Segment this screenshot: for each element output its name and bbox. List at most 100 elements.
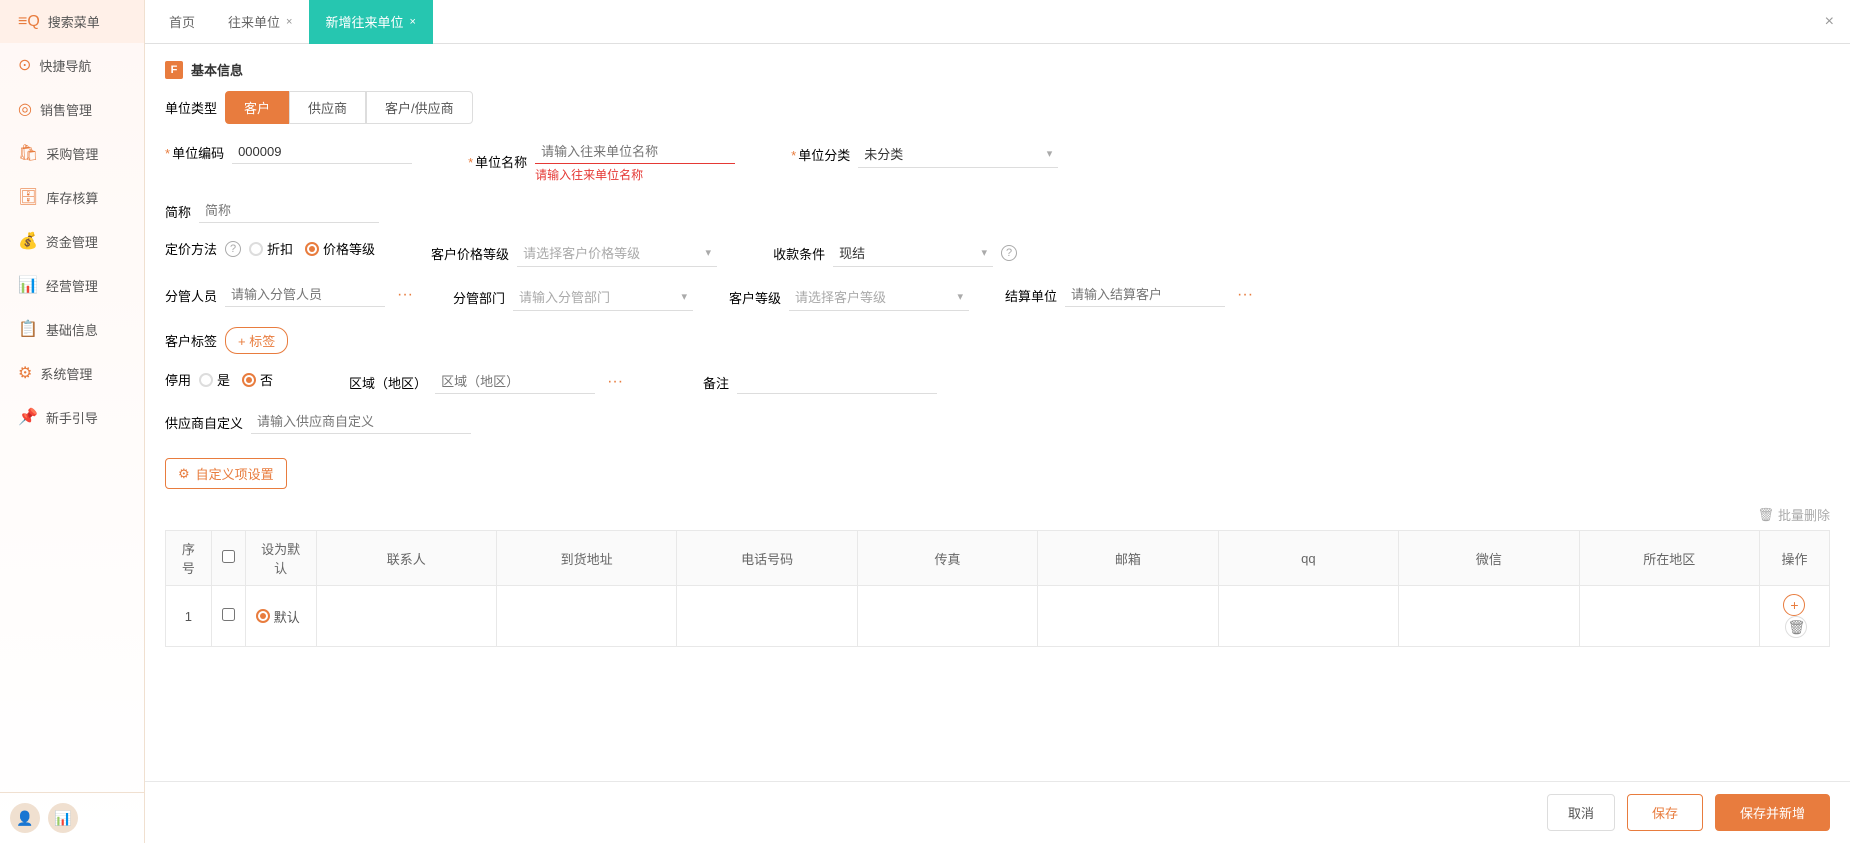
stats-btn[interactable]: 📊 (48, 803, 78, 833)
sidebar-item-newguide[interactable]: 📌 新手引导 (0, 395, 144, 439)
row-checkbox[interactable] (222, 608, 235, 621)
th-qq: qq (1218, 531, 1399, 586)
tab-add-partner-close[interactable]: × (409, 16, 415, 28)
tab-partner-list[interactable]: 往来单位 × (212, 0, 309, 44)
department-select[interactable]: 请输入分管部门 ▾ (513, 283, 693, 311)
supplier-custom-input[interactable] (251, 410, 471, 434)
sidebar-item-purchase[interactable]: 🛍 采购管理 (0, 131, 144, 175)
supplier-custom-label: 供应商自定义 (165, 413, 243, 432)
qq-input[interactable] (1229, 609, 1389, 624)
row-default-radio[interactable]: 默认 (256, 607, 306, 626)
sidebar-item-label: 系统管理 (40, 364, 92, 383)
phone-input[interactable] (687, 609, 846, 624)
batch-delete-button[interactable]: 🗑 批量删除 (1757, 505, 1830, 524)
th-phone: 电话号码 (677, 531, 857, 586)
customer-level-select[interactable]: 请选择客户等级 ▾ (789, 283, 969, 311)
disabled-row: 停用 是 否 区域（地区） ··· 备注 (165, 370, 1830, 394)
newguide-icon: 📌 (18, 407, 38, 427)
customer-tag-field: 客户标签 + 标签 (165, 327, 288, 354)
remarks-input[interactable] (737, 370, 937, 394)
row-phone[interactable] (677, 586, 857, 647)
wechat-input[interactable] (1409, 609, 1568, 624)
cancel-button[interactable]: 取消 (1547, 794, 1615, 831)
sidebar-item-quicknav[interactable]: ⊙ 快捷导航 (0, 43, 144, 87)
customer-price-level-label: 客户价格等级 (431, 244, 509, 263)
select-all-checkbox[interactable] (222, 550, 235, 563)
supplier-custom-row: 供应商自定义 (165, 410, 1830, 434)
sidebar-item-ops[interactable]: 📊 经营管理 (0, 263, 144, 307)
content-area: F 基本信息 单位类型 客户 供应商 客户/供应商 *单位编码 *单位名称 (145, 44, 1850, 781)
pricing-radio-price-level[interactable]: 价格等级 (305, 239, 375, 258)
region-more-btn[interactable]: ··· (603, 373, 627, 391)
pricing-method-field: 定价方法 ? 折扣 价格等级 (165, 239, 375, 258)
save-button[interactable]: 保存 (1627, 794, 1703, 831)
pricing-radio-group: 折扣 价格等级 (249, 239, 375, 258)
row-delete-button[interactable]: 🗑 (1785, 616, 1807, 638)
pricing-radio-discount[interactable]: 折扣 (249, 239, 293, 258)
sidebar-item-search[interactable]: ≡Q 搜索菜单 (0, 0, 144, 43)
add-tag-button[interactable]: + 标签 (225, 327, 288, 354)
tab-home[interactable]: 首页 (153, 0, 212, 44)
region-input[interactable] (435, 370, 595, 394)
disabled-yes[interactable]: 是 (199, 370, 230, 389)
region-field: 区域（地区） ··· (349, 370, 627, 394)
manager-more-btn[interactable]: ··· (393, 286, 417, 304)
unit-category-select[interactable]: 未分类 ▾ (858, 140, 1058, 168)
remarks-label: 备注 (703, 373, 729, 392)
row-wechat[interactable] (1399, 586, 1579, 647)
customer-tag-label: 客户标签 (165, 331, 217, 350)
row-address[interactable] (496, 586, 676, 647)
row-default-cell: 默认 (245, 586, 316, 647)
sidebar-item-label: 销售管理 (40, 100, 92, 119)
row-contact[interactable] (316, 586, 496, 647)
code-name-row: *单位编码 *单位名称 请输入往来单位名称 *单位分类 未分类 ▾ (165, 140, 1830, 183)
th-fax: 传真 (857, 531, 1037, 586)
row-fax[interactable] (857, 586, 1037, 647)
sidebar-item-finance[interactable]: 💰 资金管理 (0, 219, 144, 263)
unit-category-chevron: ▾ (1047, 147, 1053, 160)
location-input[interactable] (1590, 609, 1749, 624)
custom-settings-button[interactable]: ⚙ 自定义项设置 (165, 458, 287, 489)
row-add-button[interactable]: + (1783, 594, 1805, 616)
tab-add-partner[interactable]: 新增往来单位 × (309, 0, 432, 44)
settlement-more-btn[interactable]: ··· (1233, 286, 1257, 304)
customer-price-level-select[interactable]: 请选择客户价格等级 ▾ (517, 239, 717, 267)
row-email[interactable] (1038, 586, 1218, 647)
disabled-no[interactable]: 否 (242, 370, 273, 389)
manager-input[interactable] (225, 283, 385, 307)
sidebar-item-sysmgmt[interactable]: ⚙ 系统管理 (0, 351, 144, 395)
abbr-row: 简称 (165, 199, 1830, 223)
type-btn-both[interactable]: 客户/供应商 (366, 91, 473, 124)
settlement-unit-input[interactable] (1065, 283, 1225, 307)
unit-name-label: *单位名称 (468, 152, 527, 171)
email-input[interactable] (1048, 609, 1207, 624)
th-wechat: 微信 (1399, 531, 1579, 586)
tabbar-close-all[interactable]: × (1817, 9, 1842, 35)
type-btn-customer[interactable]: 客户 (225, 91, 289, 124)
unit-name-input[interactable] (535, 140, 735, 164)
unit-code-input[interactable] (232, 140, 412, 164)
pricing-help-icon[interactable]: ? (225, 241, 241, 257)
user-btn[interactable]: 👤 (10, 803, 40, 833)
row-qq[interactable] (1218, 586, 1399, 647)
tab-partner-list-close[interactable]: × (286, 16, 292, 28)
abbr-input[interactable] (199, 199, 379, 223)
sidebar-item-basicinfo[interactable]: 📋 基础信息 (0, 307, 144, 351)
customer-level-chevron: ▾ (958, 290, 964, 303)
payment-condition-select[interactable]: 现结 ▾ (833, 239, 993, 267)
disabled-radio-group: 是 否 (199, 370, 273, 389)
row-location[interactable] (1579, 586, 1759, 647)
sidebar-item-label: 新手引导 (46, 408, 98, 427)
main-area: 首页 往来单位 × 新增往来单位 × × F 基本信息 单位类型 客户 供应商 … (145, 0, 1850, 843)
unit-type-row: 单位类型 客户 供应商 客户/供应商 (165, 91, 1830, 124)
payment-help-icon[interactable]: ? (1001, 245, 1017, 261)
save-new-button[interactable]: 保存并新增 (1715, 794, 1830, 831)
sidebar-item-inventory[interactable]: 🗄 库存核算 (0, 175, 144, 219)
fax-input[interactable] (868, 609, 1027, 624)
unit-category-value: 未分类 (864, 144, 903, 163)
sidebar-item-sales[interactable]: ◎ 销售管理 (0, 87, 144, 131)
contact-input[interactable] (327, 609, 486, 624)
type-btn-supplier[interactable]: 供应商 (289, 91, 366, 124)
customer-price-level-placeholder: 请选择客户价格等级 (523, 243, 640, 262)
address-input[interactable] (507, 609, 666, 624)
